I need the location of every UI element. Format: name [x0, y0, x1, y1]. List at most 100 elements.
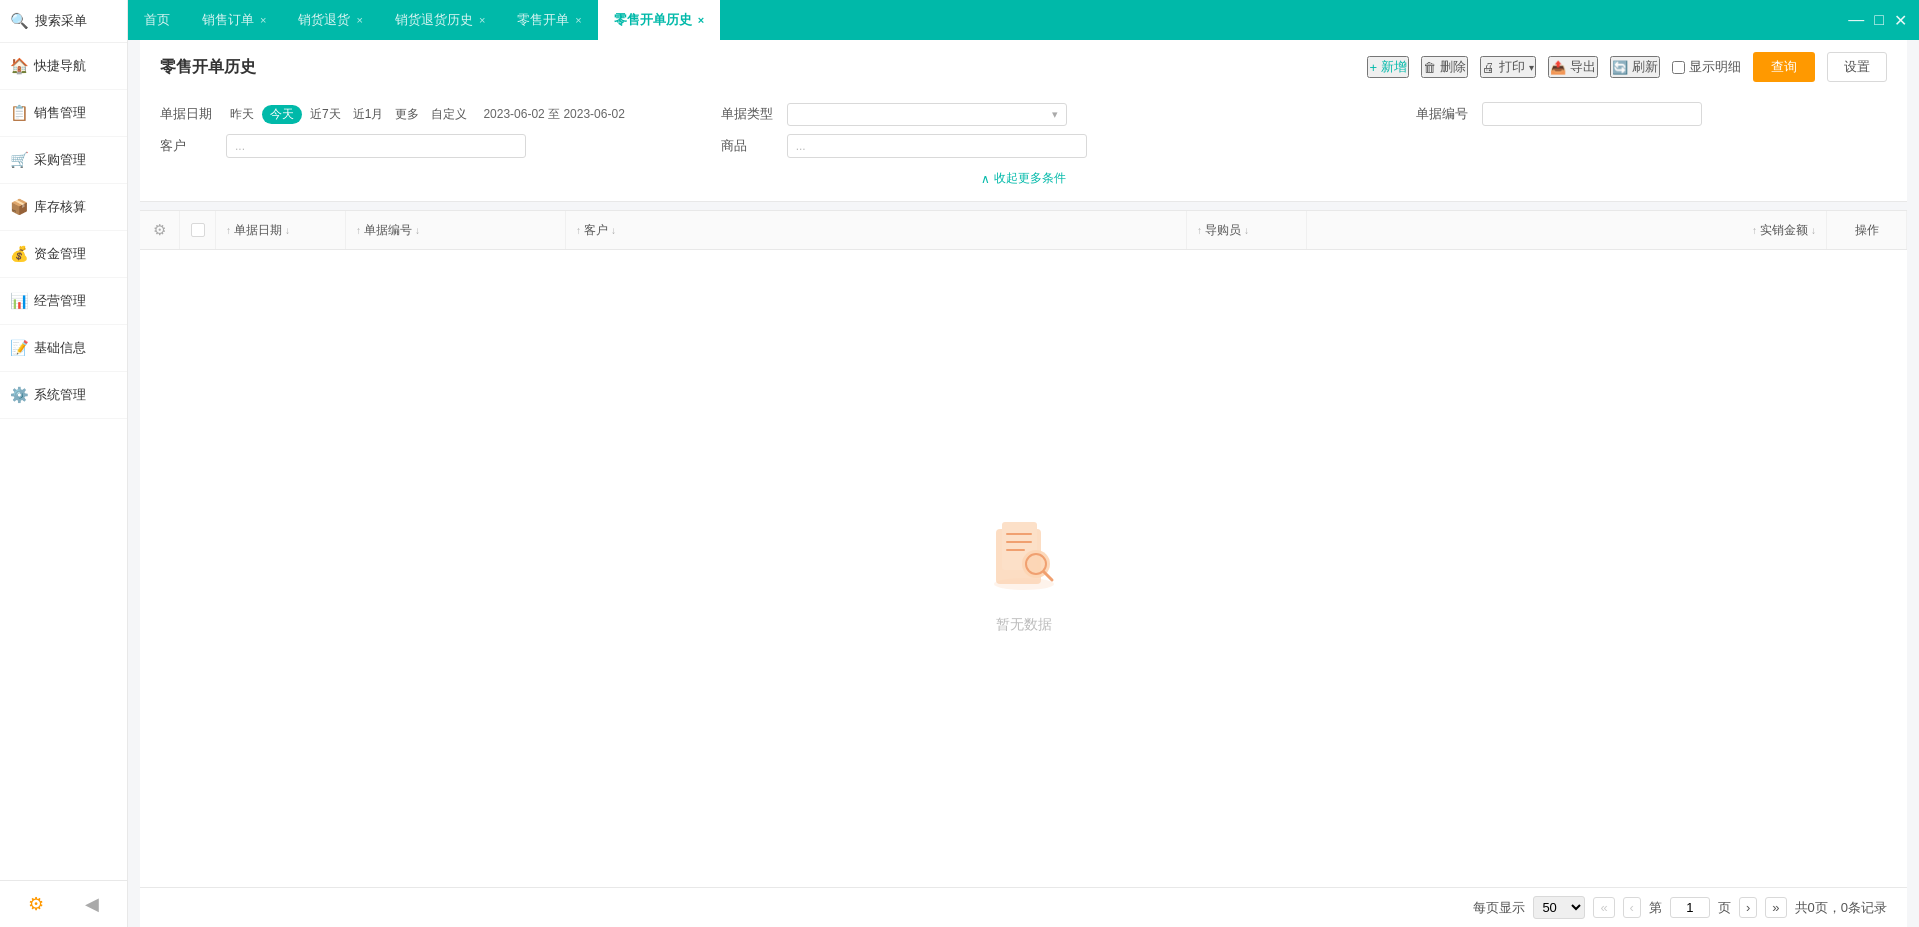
- goods-select[interactable]: ...: [787, 134, 1087, 158]
- header-checkbox[interactable]: [191, 223, 205, 237]
- sidebar-item-system-mgmt[interactable]: ⚙️ 系统管理: [0, 372, 127, 419]
- bill-type-select[interactable]: ▾: [787, 103, 1067, 126]
- tab-sales-return-history[interactable]: 销货退货历史 ×: [379, 0, 501, 40]
- window-close-icon[interactable]: ✕: [1894, 11, 1907, 30]
- home-icon: 🏠: [10, 57, 28, 75]
- filter-col-customer: 客户 ...: [160, 134, 721, 158]
- th-customer-label: 客户: [584, 222, 608, 239]
- tab-retail-open-history[interactable]: 零售开单历史 ×: [598, 0, 720, 40]
- page-suffix: 页: [1718, 899, 1731, 917]
- sidebar-item-label-3: 库存核算: [34, 198, 86, 216]
- th-billno-sort-asc[interactable]: ↑: [356, 225, 361, 236]
- refresh-button[interactable]: 🔄 刷新: [1610, 56, 1660, 78]
- sidebar-item-label-2: 采购管理: [34, 151, 86, 169]
- sidebar-item-base-info[interactable]: 📝 基础信息: [0, 325, 127, 372]
- operations-icon: 📊: [10, 292, 28, 310]
- tab-retail-open-history-label: 零售开单历史: [614, 11, 692, 29]
- th-checkbox[interactable]: [180, 211, 216, 249]
- table-header: ⚙ ↑ 单据日期 ↓ ↑ 单据编号 ↓: [140, 210, 1907, 250]
- date-opt-today[interactable]: 今天: [262, 105, 302, 124]
- next-page-button[interactable]: ›: [1739, 897, 1757, 918]
- page-title: 零售开单历史: [160, 57, 256, 78]
- sidebar-search[interactable]: 🔍 搜索采单: [0, 0, 127, 43]
- th-amount-sort-asc[interactable]: ↑: [1752, 225, 1757, 236]
- tab-sales-order-label: 销售订单: [202, 11, 254, 29]
- tab-sales-order[interactable]: 销售订单 ×: [186, 0, 282, 40]
- th-customer-sort-asc[interactable]: ↑: [576, 225, 581, 236]
- th-guide-sort-asc[interactable]: ↑: [1197, 225, 1202, 236]
- sidebar-item-label-6: 基础信息: [34, 339, 86, 357]
- date-opt-1month[interactable]: 近1月: [349, 105, 388, 124]
- sidebar-item-sales-mgmt[interactable]: 📋 销售管理: [0, 90, 127, 137]
- th-amount-label: 实销金额: [1760, 222, 1808, 239]
- collapse-sidebar-icon[interactable]: ◀: [85, 893, 99, 915]
- page-input[interactable]: [1670, 897, 1710, 918]
- th-billno: ↑ 单据编号 ↓: [346, 211, 566, 249]
- filter-row-2: 客户 ... 商品 ...: [160, 134, 1887, 158]
- sidebar-item-purchase-mgmt[interactable]: 🛒 采购管理: [0, 137, 127, 184]
- last-page-button[interactable]: »: [1765, 897, 1786, 918]
- settings-bottom-icon[interactable]: ⚙: [28, 893, 44, 915]
- per-page-select[interactable]: 50 10 20 100: [1533, 896, 1585, 919]
- main: 首页 销售订单 × 销货退货 × 销货退货历史 × 零售开单 × 零售开单历史 …: [128, 0, 1919, 927]
- pagination: 每页显示 50 10 20 100 « ‹ 第 页 › » 共0页，0条记录: [140, 887, 1907, 927]
- th-guide: ↑ 导购员 ↓: [1187, 211, 1307, 249]
- print-icon: 🖨: [1482, 60, 1495, 75]
- delete-icon: 🗑: [1423, 60, 1436, 75]
- gear-icon[interactable]: ⚙: [153, 221, 166, 239]
- first-page-button[interactable]: «: [1593, 897, 1614, 918]
- system-icon: ⚙️: [10, 386, 28, 404]
- th-billno-sort-desc[interactable]: ↓: [415, 225, 420, 236]
- window-restore-icon[interactable]: □: [1874, 11, 1884, 29]
- th-date-sort-desc[interactable]: ↓: [285, 225, 290, 236]
- delete-button[interactable]: 🗑 删除: [1421, 56, 1468, 78]
- query-button[interactable]: 查询: [1753, 52, 1815, 82]
- tab-sales-return[interactable]: 销货退货 ×: [282, 0, 378, 40]
- display-detail-label[interactable]: 显示明细: [1672, 58, 1741, 76]
- tab-sales-order-close[interactable]: ×: [260, 14, 266, 26]
- tab-retail-open[interactable]: 零售开单 ×: [501, 0, 597, 40]
- sidebar-item-quick-nav[interactable]: 🏠 快捷导航: [0, 43, 127, 90]
- filter-date-options: 昨天 今天 近7天 近1月 更多 自定义 2023-06-02 至 2023-0…: [226, 105, 625, 124]
- date-range: 2023-06-02 至 2023-06-02: [483, 106, 624, 123]
- refresh-icon: 🔄: [1612, 60, 1628, 75]
- th-amount-sort-desc[interactable]: ↓: [1811, 225, 1816, 236]
- th-settings[interactable]: ⚙: [140, 211, 180, 249]
- th-billno-label: 单据编号: [364, 222, 412, 239]
- display-detail-checkbox[interactable]: [1672, 61, 1685, 74]
- table-area: ⚙ ↑ 单据日期 ↓ ↑ 单据编号 ↓: [140, 210, 1907, 927]
- prev-page-button[interactable]: ‹: [1623, 897, 1641, 918]
- export-button[interactable]: 📤 导出: [1548, 56, 1598, 78]
- tab-sales-return-close[interactable]: ×: [356, 14, 362, 26]
- sidebar-item-finance[interactable]: 💰 资金管理: [0, 231, 127, 278]
- collapse-bar[interactable]: ∧ 收起更多条件: [160, 166, 1887, 195]
- th-customer-sort-desc[interactable]: ↓: [611, 225, 616, 236]
- add-button[interactable]: + 新增: [1367, 56, 1409, 78]
- tab-home[interactable]: 首页: [128, 0, 186, 40]
- bill-no-label: 单据编号: [1416, 105, 1476, 123]
- filter-area: 单据日期 昨天 今天 近7天 近1月 更多 自定义 2023-06-02 至 2…: [160, 92, 1887, 201]
- total-info: 共0页，0条记录: [1795, 899, 1887, 917]
- date-opt-yesterday[interactable]: 昨天: [226, 105, 258, 124]
- sidebar-item-inventory[interactable]: 📦 库存核算: [0, 184, 127, 231]
- tab-retail-open-history-close[interactable]: ×: [698, 14, 704, 26]
- delete-label: 删除: [1440, 58, 1466, 76]
- customer-select[interactable]: ...: [226, 134, 526, 158]
- tab-retail-open-close[interactable]: ×: [575, 14, 581, 26]
- window-minimize-icon[interactable]: —: [1848, 11, 1864, 29]
- content-area: 零售开单历史 + 新增 🗑 删除 🖨 打印 ▾: [128, 40, 1919, 927]
- date-label: 单据日期: [160, 105, 220, 123]
- bill-type-arrow: ▾: [1052, 108, 1058, 121]
- sidebar-item-operations[interactable]: 📊 经营管理: [0, 278, 127, 325]
- th-guide-sort-desc[interactable]: ↓: [1244, 225, 1249, 236]
- print-button[interactable]: 🖨 打印 ▾: [1480, 56, 1536, 78]
- setting-button[interactable]: 设置: [1827, 52, 1887, 82]
- sidebar-bottom: ⚙ ◀: [0, 880, 127, 927]
- date-opt-7days[interactable]: 近7天: [306, 105, 345, 124]
- filter-col-goods: 商品 ...: [721, 134, 1417, 158]
- tab-sales-return-history-close[interactable]: ×: [479, 14, 485, 26]
- bill-no-input[interactable]: [1482, 102, 1702, 126]
- date-opt-more[interactable]: 更多: [391, 105, 423, 124]
- th-date-sort-asc[interactable]: ↑: [226, 225, 231, 236]
- date-opt-custom[interactable]: 自定义: [427, 105, 471, 124]
